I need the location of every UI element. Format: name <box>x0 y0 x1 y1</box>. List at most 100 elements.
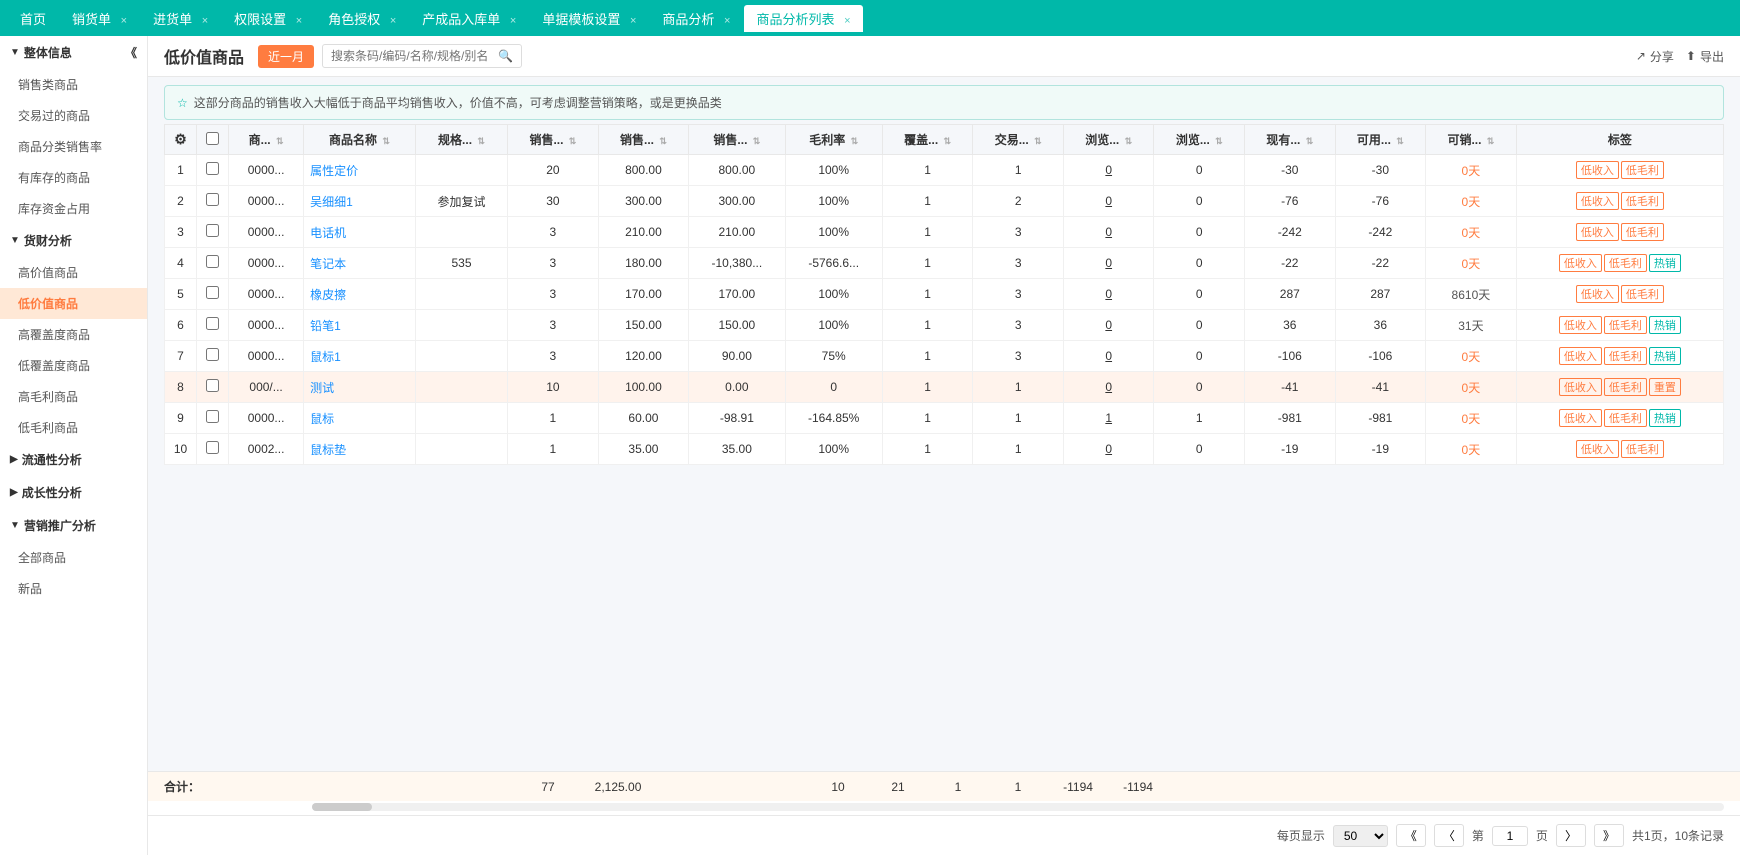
table-row: 8000/...测试10100.000.0001100-41-410天低收入低毛… <box>165 372 1724 403</box>
row-checkbox[interactable] <box>206 255 219 268</box>
th-browse1[interactable]: 浏览... ⇅ <box>1063 125 1154 155</box>
sidebar-item-low-value[interactable]: 低价值商品 <box>0 288 147 319</box>
th-code[interactable]: 商... ⇅ <box>229 125 304 155</box>
sidebar-item-stock-capital[interactable]: 库存资金占用 <box>0 193 147 224</box>
row-name[interactable]: 笔记本 <box>304 248 416 279</box>
last-page-button[interactable]: 》 <box>1594 824 1624 847</box>
page-number-input[interactable] <box>1492 826 1528 846</box>
row-browse1[interactable]: 0 <box>1063 248 1154 279</box>
row-browse1[interactable]: 1 <box>1063 403 1154 434</box>
next-page-button[interactable]: 〉 <box>1556 824 1586 847</box>
row-sale-profit: 300.00 <box>689 186 785 217</box>
nav-sales-order[interactable]: 销货单 × <box>60 5 139 32</box>
export-button[interactable]: ⬆ 导出 <box>1686 48 1724 65</box>
row-checkbox[interactable] <box>206 410 219 423</box>
gear-icon[interactable]: ⚙ <box>174 131 187 147</box>
sidebar-item-category-rate[interactable]: 商品分类销售率 <box>0 131 147 162</box>
sidebar-group-flow[interactable]: ▶ 流通性分析 <box>0 443 147 476</box>
th-saleable[interactable]: 可销... ⇅ <box>1426 125 1517 155</box>
row-name[interactable]: 属性定价 <box>304 155 416 186</box>
share-button[interactable]: ↗ 分享 <box>1636 48 1674 65</box>
row-browse1[interactable]: 0 <box>1063 279 1154 310</box>
sidebar-item-low-coverage[interactable]: 低覆盖度商品 <box>0 350 147 381</box>
row-coverage: 1 <box>882 279 973 310</box>
row-name[interactable]: 橡皮擦 <box>304 279 416 310</box>
collapse-btn[interactable]: 《 <box>125 44 137 61</box>
row-browse1[interactable]: 0 <box>1063 434 1154 465</box>
row-checkbox[interactable] <box>206 441 219 454</box>
arrow-icon-4: ▶ <box>10 487 18 498</box>
row-name[interactable]: 鼠标1 <box>304 341 416 372</box>
nav-purchase-order[interactable]: 进货单 × <box>141 5 220 32</box>
sidebar-item-stock-goods[interactable]: 有库存的商品 <box>0 162 147 193</box>
page-size-select[interactable]: 50 100 200 <box>1333 825 1388 847</box>
row-checkbox-cell <box>197 372 229 403</box>
sidebar-item-low-margin[interactable]: 低毛利商品 <box>0 412 147 443</box>
th-current[interactable]: 现有... ⇅ <box>1245 125 1336 155</box>
row-browse1[interactable]: 0 <box>1063 217 1154 248</box>
row-browse1[interactable]: 0 <box>1063 186 1154 217</box>
row-checkbox[interactable] <box>206 317 219 330</box>
nav-template[interactable]: 单据模板设置 × <box>530 5 648 32</box>
search-input[interactable] <box>331 49 494 63</box>
nav-goods-list[interactable]: 商品分析列表 × <box>744 5 862 32</box>
row-browse1[interactable]: 0 <box>1063 372 1154 403</box>
sidebar-item-sales-goods[interactable]: 销售类商品 <box>0 69 147 100</box>
th-margin[interactable]: 毛利率 ⇅ <box>785 125 882 155</box>
nav-permission[interactable]: 权限设置 × <box>222 5 314 32</box>
th-coverage[interactable]: 覆盖... ⇅ <box>882 125 973 155</box>
row-checkbox[interactable] <box>206 348 219 361</box>
th-spec[interactable]: 规格... ⇅ <box>415 125 507 155</box>
row-name[interactable]: 测试 <box>304 372 416 403</box>
select-all-checkbox[interactable] <box>206 132 219 145</box>
nav-home[interactable]: 首页 <box>8 5 58 32</box>
nav-role-auth[interactable]: 角色授权 × <box>316 5 408 32</box>
prev-page-button[interactable]: 〈 <box>1434 824 1464 847</box>
row-name[interactable]: 吴细细1 <box>304 186 416 217</box>
row-checkbox[interactable] <box>206 286 219 299</box>
sidebar-group-finance[interactable]: ▼ 货财分析 <box>0 224 147 257</box>
th-gear[interactable]: ⚙ <box>165 125 197 155</box>
sidebar-group-growth[interactable]: ▶ 成长性分析 <box>0 476 147 509</box>
row-checkbox[interactable] <box>206 193 219 206</box>
row-name[interactable]: 电话机 <box>304 217 416 248</box>
th-sale-price[interactable]: 销售... ⇅ <box>598 125 689 155</box>
horizontal-scrollbar[interactable] <box>312 803 1724 811</box>
th-available[interactable]: 可用... ⇅ <box>1335 125 1426 155</box>
row-code: 0000... <box>229 186 304 217</box>
th-sale-profit[interactable]: 销售... ⇅ <box>689 125 785 155</box>
row-current-stock: -22 <box>1245 248 1336 279</box>
sidebar-item-high-coverage[interactable]: 高覆盖度商品 <box>0 319 147 350</box>
th-sale-qty[interactable]: 销售... ⇅ <box>508 125 599 155</box>
scrollbar-thumb[interactable] <box>312 803 372 811</box>
row-browse1[interactable]: 0 <box>1063 341 1154 372</box>
sidebar-item-new-goods[interactable]: 新品 <box>0 573 147 604</box>
search-icon[interactable]: 🔍 <box>498 49 513 63</box>
sidebar-group-overall[interactable]: ▼ 整体信息 《 <box>0 36 147 69</box>
th-name[interactable]: 商品名称 ⇅ <box>304 125 416 155</box>
nav-product-in[interactable]: 产成品入库单 × <box>410 5 528 32</box>
sidebar-item-high-value[interactable]: 高价值商品 <box>0 257 147 288</box>
row-name[interactable]: 鼠标 <box>304 403 416 434</box>
row-checkbox[interactable] <box>206 379 219 392</box>
row-checkbox[interactable] <box>206 162 219 175</box>
sidebar-item-all-goods[interactable]: 全部商品 <box>0 542 147 573</box>
row-name[interactable]: 鼠标垫 <box>304 434 416 465</box>
filter-button[interactable]: 近一月 <box>258 45 314 68</box>
first-page-button[interactable]: 《 <box>1396 824 1426 847</box>
sidebar-item-traded-goods[interactable]: 交易过的商品 <box>0 100 147 131</box>
row-name[interactable]: 铅笔1 <box>304 310 416 341</box>
th-trade[interactable]: 交易... ⇅ <box>973 125 1064 155</box>
row-browse1[interactable]: 0 <box>1063 155 1154 186</box>
row-checkbox[interactable] <box>206 224 219 237</box>
row-margin: 100% <box>785 434 882 465</box>
th-browse2[interactable]: 浏览... ⇅ <box>1154 125 1245 155</box>
row-number: 1 <box>165 155 197 186</box>
sidebar-item-high-margin[interactable]: 高毛利商品 <box>0 381 147 412</box>
row-margin: -5766.6... <box>785 248 882 279</box>
th-tags: 标签 <box>1516 125 1723 155</box>
sidebar-group-marketing[interactable]: ▼ 营销推广分析 <box>0 509 147 542</box>
tag-badge: 低毛利 <box>1604 347 1647 365</box>
nav-goods-analysis[interactable]: 商品分析 × <box>650 5 742 32</box>
row-browse1[interactable]: 0 <box>1063 310 1154 341</box>
